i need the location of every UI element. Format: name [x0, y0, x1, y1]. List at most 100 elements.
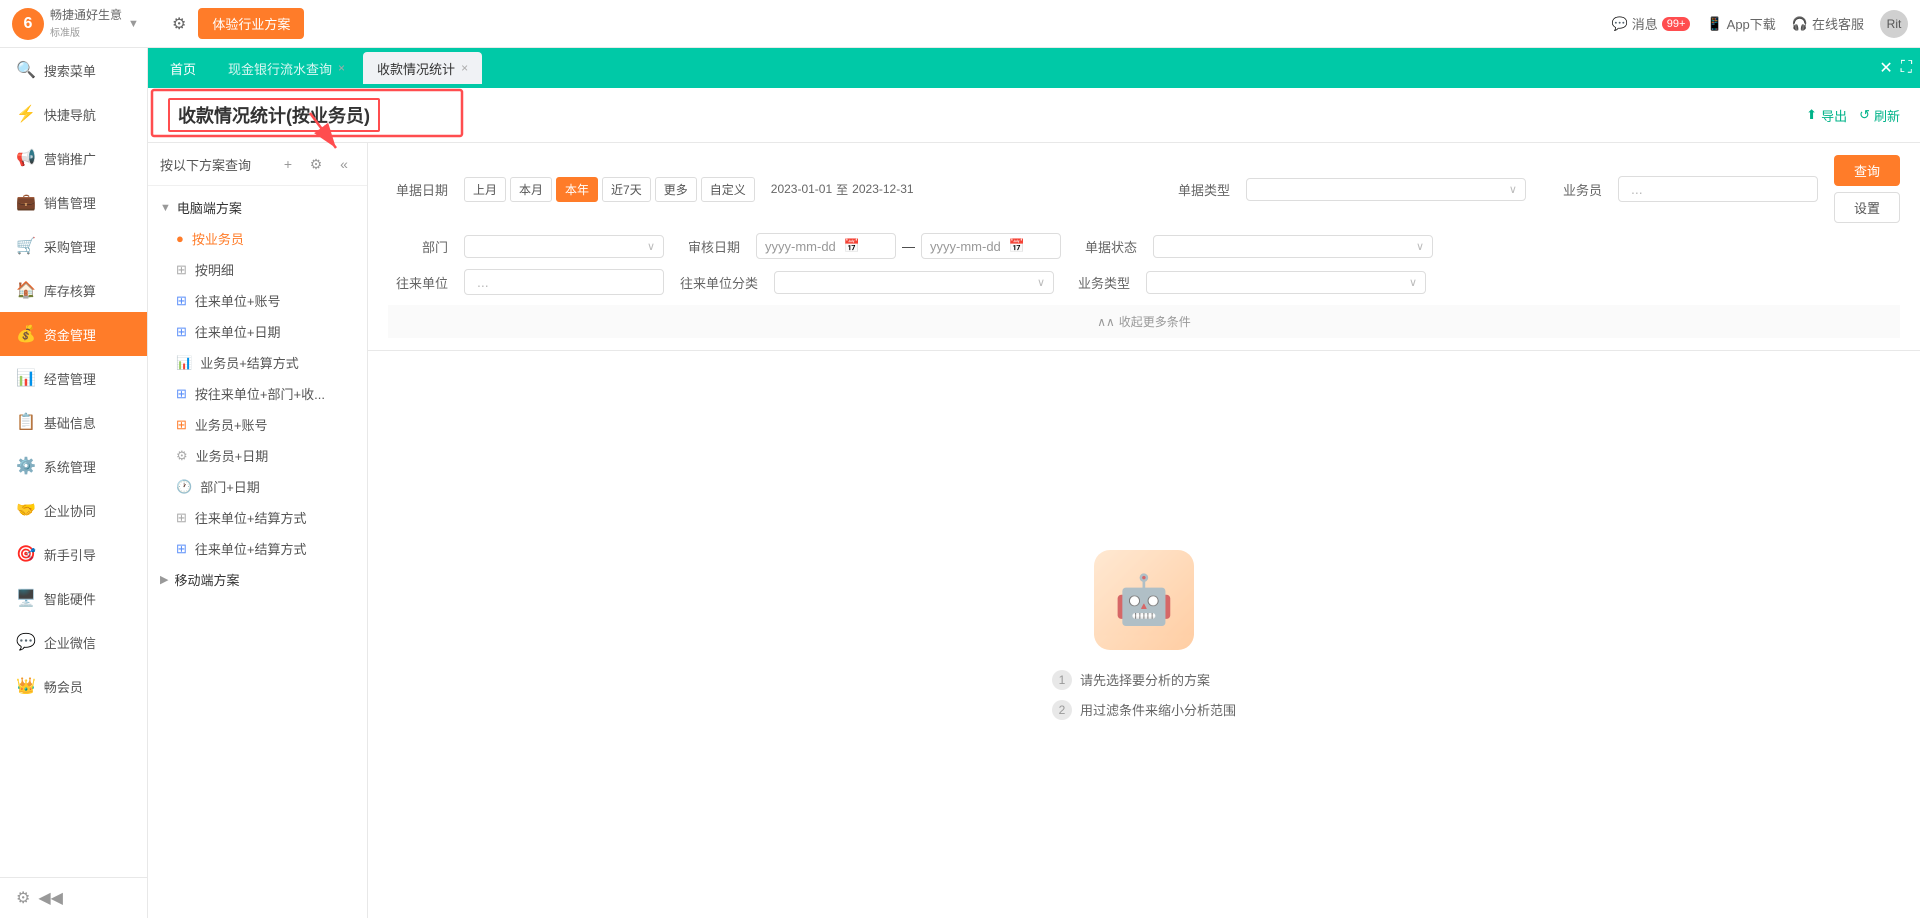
tree-item-salesperson-account[interactable]: ⊞ 业务员+账号 [148, 409, 367, 440]
settings-gear-icon[interactable]: ⚙ [172, 16, 186, 33]
unit-select[interactable]: ... [464, 269, 664, 295]
panel-collapse-button[interactable]: « [333, 153, 355, 175]
settings-gear[interactable]: ⚙ [172, 14, 186, 34]
salesperson-more-icon[interactable]: ... [1631, 181, 1643, 197]
audit-date-label: 审核日期 [680, 237, 740, 256]
sidebar-item-business[interactable]: 📊 经营管理 [0, 356, 147, 400]
online-service-button[interactable]: 🎧 在线客服 [1792, 14, 1864, 33]
mobile-arrow-icon: ▶ [160, 573, 168, 586]
collapse-icon: « [340, 156, 348, 172]
tab-collection-stats-close[interactable]: × [461, 61, 468, 75]
calendar-start-icon[interactable]: 📅 [844, 238, 860, 254]
sidebar-item-system[interactable]: ⚙️ 系统管理 [0, 444, 147, 488]
sidebar-item-wechat[interactable]: 💬 企业微信 [0, 620, 147, 664]
app-download-button[interactable]: 📱 App下载 [1706, 14, 1775, 33]
export-icon: ⬆ [1806, 107, 1817, 123]
desktop-scheme-parent[interactable]: ▼ 电脑端方案 [148, 192, 367, 223]
logo-dropdown-arrow[interactable]: ▼ [128, 18, 139, 30]
message-icon: 💬 [1612, 16, 1628, 32]
doc-status-select[interactable]: ∨ [1153, 235, 1433, 258]
tree-item-salesperson-payment[interactable]: 📊 业务员+结算方式 [148, 347, 367, 378]
sidebar-collapse-icon[interactable]: ◀◀ [38, 888, 63, 908]
tree-item-unit-account[interactable]: ⊞ 往来单位+账号 [148, 285, 367, 316]
headset-icon: 🎧 [1792, 16, 1808, 32]
sidebar-item-smart[interactable]: 🖥️ 智能硬件 [0, 576, 147, 620]
tree-item-dept-date[interactable]: 🕐 部门+日期 [148, 471, 367, 502]
mobile-scheme-parent[interactable]: ▶ 移动端方案 [148, 564, 367, 595]
sidebar-item-sales[interactable]: 💼 销售管理 [0, 180, 147, 224]
query-button[interactable]: 查询 [1834, 155, 1900, 186]
trial-button[interactable]: 体验行业方案 [198, 8, 304, 39]
salesperson-label: 业务员 [1542, 180, 1602, 199]
date-btn-7days[interactable]: 近7天 [602, 177, 651, 202]
sidebar-item-label: 销售管理 [44, 193, 96, 212]
unit-category-select[interactable]: ∨ [774, 271, 1054, 294]
date-btn-this-month[interactable]: 本月 [510, 177, 552, 202]
biz-type-select[interactable]: ∨ [1146, 271, 1426, 294]
sidebar-item-search-menu[interactable]: 🔍 搜索菜单 [0, 48, 147, 92]
salesperson-select[interactable]: ... [1618, 176, 1818, 202]
type-select[interactable]: ∨ [1246, 178, 1526, 201]
tree-item-salesperson-date[interactable]: ⚙ 业务员+日期 [148, 440, 367, 471]
export-button[interactable]: ⬆ 导出 [1806, 106, 1847, 125]
tab-collection-stats[interactable]: 收款情况统计 × [363, 52, 482, 84]
calendar-end-icon[interactable]: 📅 [1009, 238, 1025, 254]
logo-area: 6 畅捷通好生意 标准版 ▼ [12, 8, 160, 40]
sidebar-item-warehouse[interactable]: 🏠 库存核算 [0, 268, 147, 312]
sidebar-item-corp[interactable]: 🤝 企业协同 [0, 488, 147, 532]
refresh-button[interactable]: ↺ 刷新 [1859, 106, 1900, 125]
sidebar-item-member[interactable]: 👑 畅会员 [0, 664, 147, 708]
tree-item-unit-dept[interactable]: ⊞ 按往来单位+部门+收... [148, 378, 367, 409]
salesperson-account-icon: ⊞ [176, 417, 187, 433]
dept-select[interactable]: ∨ [464, 235, 664, 258]
biz-type-label: 业务类型 [1070, 273, 1130, 292]
sidebar-item-label: 新手引导 [44, 545, 96, 564]
user-avatar[interactable]: Rit [1880, 10, 1908, 38]
date-btn-custom[interactable]: 自定义 [701, 177, 755, 202]
unit-more-icon[interactable]: ... [477, 274, 489, 290]
step-2-text: 用过滤条件来缩小分析范围 [1080, 700, 1236, 719]
salesperson-date-icon: ⚙ [176, 448, 188, 464]
unit-category-label: 往来单位分类 [680, 273, 758, 292]
sidebar-item-label: 搜索菜单 [44, 61, 96, 80]
add-scheme-button[interactable]: + [277, 153, 299, 175]
filter-collapse-button[interactable]: ∧∧ 收起更多条件 [388, 305, 1900, 338]
audit-date-end-input[interactable]: yyyy-mm-dd 📅 [921, 233, 1061, 259]
settings-button[interactable]: 设置 [1834, 192, 1900, 223]
logo-text-area: 畅捷通好生意 标准版 [50, 8, 122, 39]
tab-bank-flow-close[interactable]: × [338, 61, 345, 75]
unit-account-icon: ⊞ [176, 293, 187, 309]
date-btn-more[interactable]: 更多 [655, 177, 697, 202]
date-btn-this-year[interactable]: 本年 [556, 177, 598, 202]
date-btn-last-month[interactable]: 上月 [464, 177, 506, 202]
biz-type-arrow: ∨ [1409, 276, 1417, 289]
sidebar-item-label: 智能硬件 [44, 589, 96, 608]
sidebar-item-basic[interactable]: 📋 基础信息 [0, 400, 147, 444]
warehouse-icon: 🏠 [16, 280, 36, 300]
sidebar-settings-icon[interactable]: ⚙ [16, 888, 30, 908]
tree-item-unit-payment1[interactable]: ⊞ 往来单位+结算方式 [148, 502, 367, 533]
tab-maximize-icon[interactable]: ⛶ [1901, 59, 1912, 77]
tab-close-window-icon[interactable]: ✕ [1879, 58, 1892, 78]
scheme-settings-button[interactable]: ⚙ [305, 153, 327, 175]
sidebar-item-marketing[interactable]: 📢 营销推广 [0, 136, 147, 180]
tree-item-unit-date[interactable]: ⊞ 往来单位+日期 [148, 316, 367, 347]
action-buttons: 查询 设置 [1834, 155, 1900, 223]
sidebar-item-label: 基础信息 [44, 413, 96, 432]
audit-date-start-input[interactable]: yyyy-mm-dd 📅 [756, 233, 896, 259]
tree-item-by-detail[interactable]: ⊞ 按明细 [148, 254, 367, 285]
tree-item-by-salesperson[interactable]: ● 按业务员 [148, 223, 367, 254]
sidebar-item-purchase[interactable]: 🛒 采购管理 [0, 224, 147, 268]
sidebar-item-quick-nav[interactable]: ⚡ 快捷导航 [0, 92, 147, 136]
app-badge: 标准版 [50, 24, 122, 39]
sidebar-item-guide[interactable]: 🎯 新手引导 [0, 532, 147, 576]
filter-row-3: 往来单位 ... 往来单位分类 ∨ 业务类型 [388, 269, 1900, 295]
tab-home[interactable]: 首页 [156, 52, 210, 84]
type-select-arrow: ∨ [1509, 183, 1517, 196]
tree-item-unit-payment2[interactable]: ⊞ 往来单位+结算方式 [148, 533, 367, 564]
salesperson-icon: ● [176, 231, 184, 246]
sidebar-item-finance[interactable]: 💰 资金管理 [0, 312, 147, 356]
tab-bank-flow[interactable]: 现金银行流水查询 × [214, 52, 359, 84]
date-start: 2023-01-01 [771, 182, 832, 196]
message-button[interactable]: 💬 消息 99+ [1612, 14, 1691, 33]
